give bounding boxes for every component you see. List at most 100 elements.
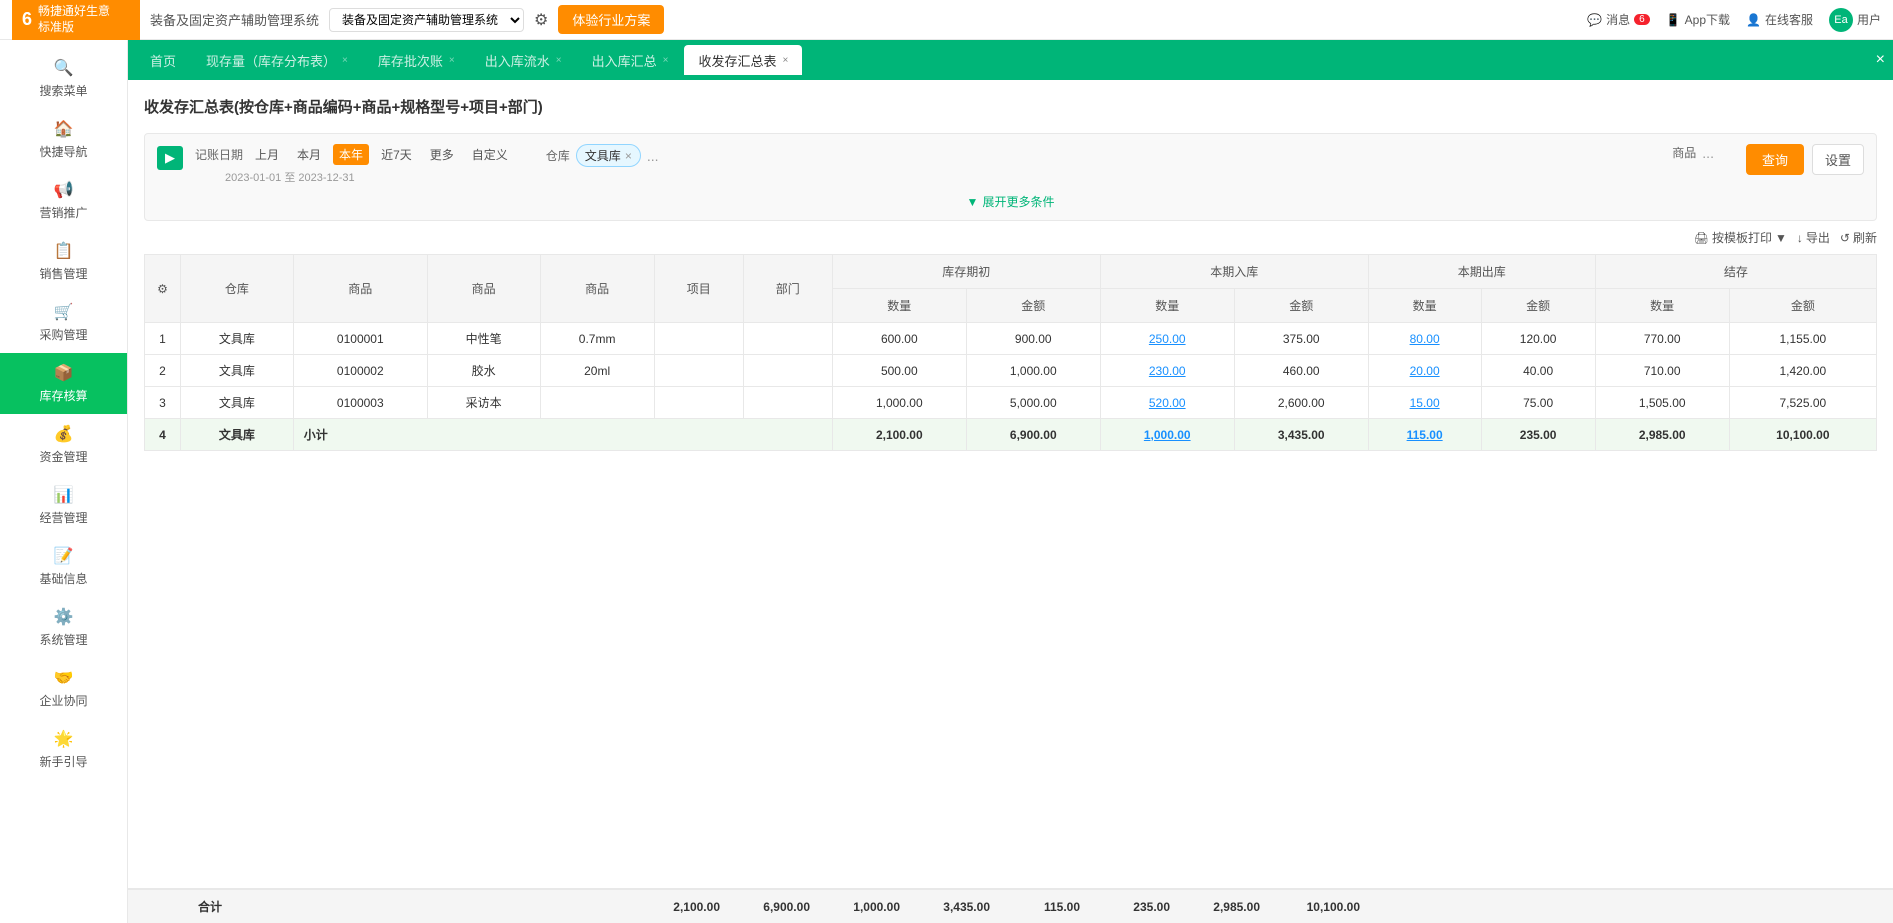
filter-expand-btn[interactable]: ▶ xyxy=(157,146,183,170)
sidebar-label-inventory: 库存核算 xyxy=(39,387,87,404)
tab-recv-send-close[interactable]: × xyxy=(782,55,788,66)
cell-project-3 xyxy=(654,387,743,419)
cell-out-qty-1[interactable]: 80.00 xyxy=(1368,323,1481,355)
tab-stock-dist[interactable]: 现存量（库存分布表） × xyxy=(192,45,362,75)
filter-action-btns: 查询 设置 xyxy=(1746,144,1864,175)
cell-in-qty-1[interactable]: 250.00 xyxy=(1100,323,1234,355)
sidebar-label-finance: 资金管理 xyxy=(39,448,87,465)
warehouse-tag[interactable]: 文具库 × xyxy=(576,144,641,167)
experience-btn[interactable]: 体验行业方案 xyxy=(558,5,664,34)
sidebar-item-sales[interactable]: 📋 销售管理 xyxy=(0,231,127,292)
expand-more-section: ▼ 展开更多条件 xyxy=(157,185,1864,210)
cell-dept-2 xyxy=(743,355,832,387)
tab-batch[interactable]: 库存批次账 × xyxy=(364,45,469,75)
cell-warehouse-1: 文具库 xyxy=(181,323,294,355)
date-btn-this-month[interactable]: 本月 xyxy=(291,144,327,165)
date-btn-last-month[interactable]: 上月 xyxy=(249,144,285,165)
print-label: 按模板打印 xyxy=(1712,229,1772,246)
system-icon: ⚙️ xyxy=(54,607,74,627)
refresh-btn[interactable]: ↺ 刷新 xyxy=(1840,229,1877,246)
marketing-icon: 📢 xyxy=(54,180,74,200)
app-download-item[interactable]: 📱 App下载 xyxy=(1666,11,1730,28)
cell-spec-2: 20ml xyxy=(540,355,654,387)
online-service-item[interactable]: 👤 在线客服 xyxy=(1746,11,1813,28)
setting-btn[interactable]: 设置 xyxy=(1812,144,1864,175)
cell-dept-1 xyxy=(743,323,832,355)
tab-recv-send[interactable]: 收发存汇总表 × xyxy=(684,45,802,75)
cell-bal-amt-1: 1,155.00 xyxy=(1729,323,1876,355)
th-in-amt: 金额 xyxy=(1234,289,1368,323)
cell-in-qty-3[interactable]: 520.00 xyxy=(1100,387,1234,419)
tab-batch-close[interactable]: × xyxy=(449,55,455,66)
th-settings[interactable]: ⚙ xyxy=(145,255,181,323)
sidebar: 🔍 搜索菜单 🏠 快捷导航 📢 营销推广 📋 销售管理 🛒 采购管理 📦 xyxy=(0,40,128,923)
cell-project-2 xyxy=(654,355,743,387)
footer-open-amt: 6,900.00 xyxy=(730,900,820,914)
cell-warehouse-2: 文具库 xyxy=(181,355,294,387)
export-btn[interactable]: ↓ 导出 xyxy=(1797,229,1830,246)
settings-icon[interactable]: ⚙ xyxy=(534,10,548,30)
system-select[interactable]: 装备及固定资产辅助管理系统 xyxy=(329,8,524,32)
tab-flow-close[interactable]: × xyxy=(556,55,562,66)
cell-name-3: 采访本 xyxy=(427,387,540,419)
cell-spec-3 xyxy=(540,387,654,419)
sidebar-item-inventory[interactable]: 📦 库存核算 xyxy=(0,353,127,414)
print-btn[interactable]: 🖨 按模板打印 ▼ xyxy=(1694,229,1787,246)
cell-warehouse-3: 文具库 xyxy=(181,387,294,419)
th-project: 项目 xyxy=(654,255,743,323)
sidebar-item-operation[interactable]: 📊 经营管理 xyxy=(0,475,127,536)
footer-in-amt: 3,435.00 xyxy=(910,900,1000,914)
filter-bar: ▶ 记账日期 上月 本月 本年 近7天 更多 自定义 2023 xyxy=(144,133,1877,221)
date-btn-custom[interactable]: 自定义 xyxy=(466,144,514,165)
cell-out-qty-3[interactable]: 15.00 xyxy=(1368,387,1481,419)
sidebar-item-enterprise[interactable]: 🤝 企业协同 xyxy=(0,658,127,719)
th-open-qty: 数量 xyxy=(832,289,966,323)
refresh-icon: ↺ xyxy=(1840,231,1850,245)
sidebar-item-marketing[interactable]: 📢 营销推广 xyxy=(0,170,127,231)
th-goods-code: 商品 xyxy=(293,255,427,323)
cell-in-amt-2: 460.00 xyxy=(1234,355,1368,387)
cell-subtotal-bal-qty: 2,985.00 xyxy=(1595,419,1729,451)
sidebar-item-finance[interactable]: 💰 资金管理 xyxy=(0,414,127,475)
tab-flow[interactable]: 出入库流水 × xyxy=(471,45,576,75)
sidebar-label-quick: 快捷导航 xyxy=(39,143,87,160)
sidebar-item-search[interactable]: 🔍 搜索菜单 xyxy=(0,48,127,109)
cell-out-qty-2[interactable]: 20.00 xyxy=(1368,355,1481,387)
sidebar-item-quick[interactable]: 🏠 快捷导航 xyxy=(0,109,127,170)
sidebar-item-basic[interactable]: 📝 基础信息 xyxy=(0,536,127,597)
expand-more-btn[interactable]: ▼ 展开更多条件 xyxy=(967,193,1055,210)
tab-stock-dist-close[interactable]: × xyxy=(342,55,348,66)
warehouse-tag-close[interactable]: × xyxy=(625,149,632,163)
th-balance-group: 结存 xyxy=(1595,255,1876,289)
tab-batch-label: 库存批次账 xyxy=(378,51,443,70)
th-goods-spec: 商品 xyxy=(540,255,654,323)
tab-close-all[interactable]: × xyxy=(1876,51,1885,69)
cell-name-2: 胶水 xyxy=(427,355,540,387)
date-btn-this-year[interactable]: 本年 xyxy=(333,144,369,165)
query-btn[interactable]: 查询 xyxy=(1746,144,1804,175)
sidebar-item-purchase[interactable]: 🛒 采购管理 xyxy=(0,292,127,353)
user-item[interactable]: Ea 用户 xyxy=(1829,8,1881,32)
th-in-qty: 数量 xyxy=(1100,289,1234,323)
app-wrapper: 6 畅捷通好生意 标准版 装备及固定资产辅助管理系统 装备及固定资产辅助管理系统… xyxy=(0,0,1893,923)
date-btn-more[interactable]: 更多 xyxy=(424,144,460,165)
cell-open-qty-1: 600.00 xyxy=(832,323,966,355)
basic-icon: 📝 xyxy=(54,546,74,566)
th-opening-group: 库存期初 xyxy=(832,255,1100,289)
sidebar-item-guide[interactable]: 🌟 新手引导 xyxy=(0,719,127,780)
message-item[interactable]: 💬 消息 6 xyxy=(1587,11,1650,28)
sidebar-label-marketing: 营销推广 xyxy=(39,204,87,221)
cell-subtotal-out-amt: 235.00 xyxy=(1481,419,1595,451)
warehouse-more-btn[interactable]: ... xyxy=(647,148,659,164)
goods-more-btn[interactable]: ... xyxy=(1702,145,1714,161)
footer-open-qty: 2,100.00 xyxy=(640,900,730,914)
th-out-amt: 金额 xyxy=(1481,289,1595,323)
cell-in-qty-2[interactable]: 230.00 xyxy=(1100,355,1234,387)
tab-summary-inout[interactable]: 出入库汇总 × xyxy=(578,45,683,75)
date-btn-7days[interactable]: 近7天 xyxy=(375,144,418,165)
cell-open-qty-2: 500.00 xyxy=(832,355,966,387)
sidebar-item-system[interactable]: ⚙️ 系统管理 xyxy=(0,597,127,658)
th-bal-amt: 金额 xyxy=(1729,289,1876,323)
tab-home[interactable]: 首页 xyxy=(136,45,190,75)
tab-summary-inout-close[interactable]: × xyxy=(663,55,669,66)
